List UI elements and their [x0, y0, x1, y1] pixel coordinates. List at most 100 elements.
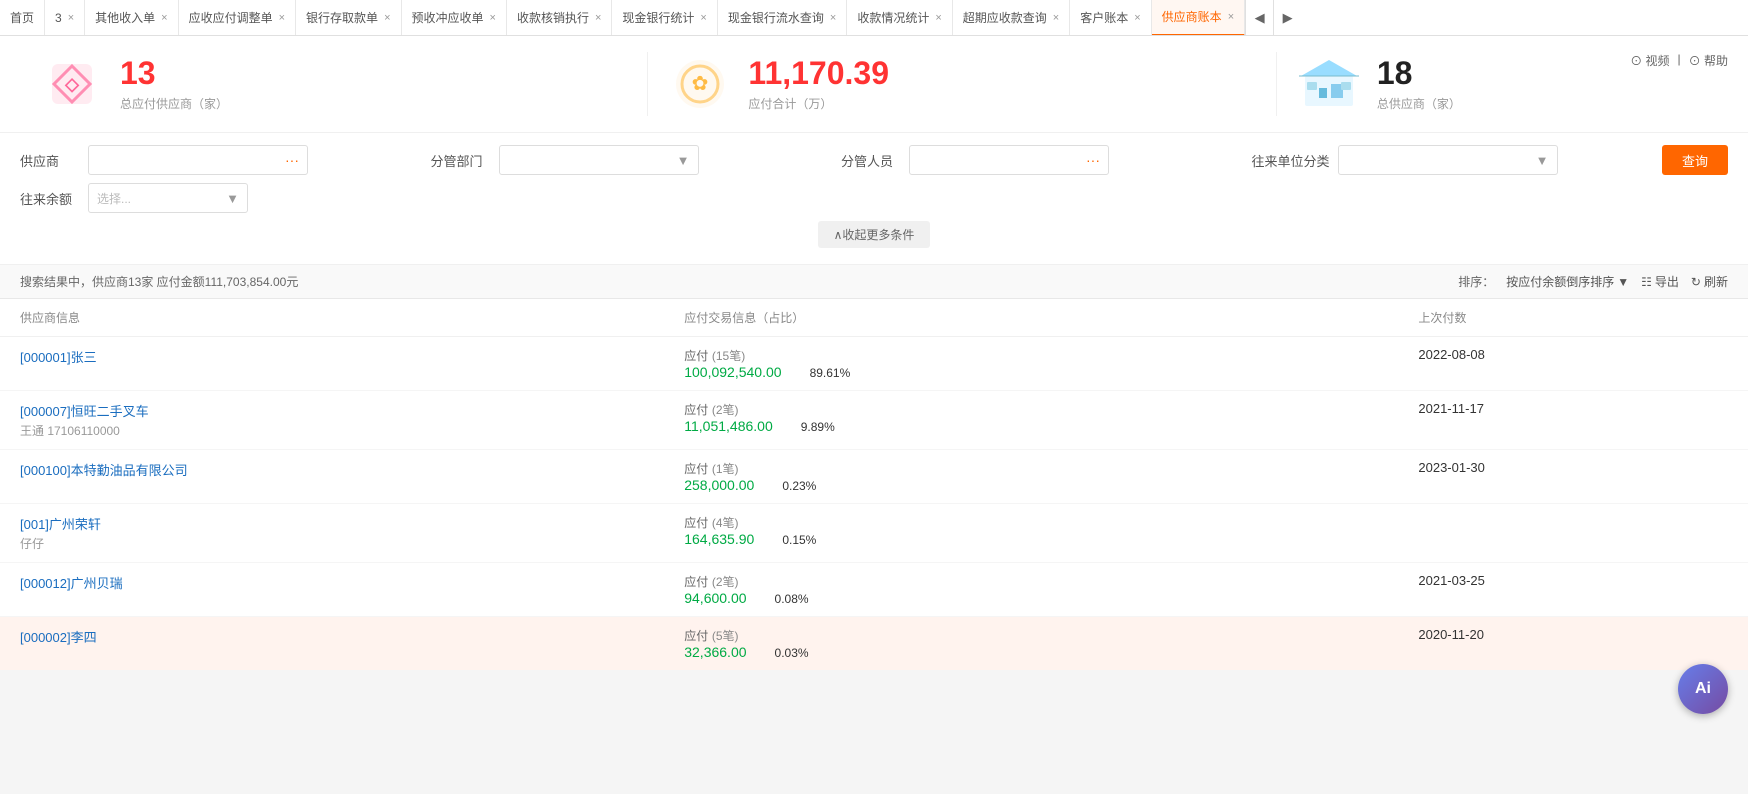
refresh-button[interactable]: ↻ 刷新	[1691, 273, 1728, 290]
card-total-suppliers-payable: ◇ 13 总应付供应商（家）	[20, 52, 648, 116]
tx-count-5: (5笔)	[712, 629, 739, 643]
supplier-link-4[interactable]: [000012]广州贝瑞	[20, 576, 123, 591]
nav-tab-cash-flow[interactable]: 现金银行流水查询 ×	[718, 0, 847, 36]
supplier-link-1[interactable]: [000007]恒旺二手叉车	[20, 404, 149, 419]
nav-tab-cash-flow-label: 现金银行流水查询	[728, 9, 824, 26]
total-suppliers-payable-number: 13	[120, 56, 228, 91]
supplier-link-5[interactable]: [000002]李四	[20, 630, 97, 645]
close-tab-other-income[interactable]: ×	[161, 12, 167, 24]
collapse-button[interactable]: ∧ 收起更多条件	[818, 221, 931, 248]
nav-tab-other-income-label: 其他收入单	[95, 9, 155, 26]
cell-supplier-2: [000100]本特勤油品有限公司	[0, 450, 664, 504]
close-tab-bank[interactable]: ×	[384, 12, 390, 24]
nav-right-arrow[interactable]: ▶	[1273, 0, 1301, 36]
nav-tab-home[interactable]: 首页	[0, 0, 45, 36]
tx-type-1: 应付	[684, 403, 708, 417]
close-tab-customer-book[interactable]: ×	[1134, 12, 1140, 24]
cell-lastdate-4: 2021-03-25	[1398, 563, 1748, 617]
table-row: [000002]李四 应付 (5笔)32,366.000.03%2020-11-2…	[0, 617, 1748, 671]
tx-line-0: 应付 (15笔)	[684, 347, 1378, 364]
nav-tab-receipt[interactable]: 收款核销执行 ×	[507, 0, 612, 36]
video-link[interactable]: ⊙ 视频	[1630, 52, 1669, 69]
tx-type-4: 应付	[684, 575, 708, 589]
close-tab-3[interactable]: ×	[68, 12, 74, 24]
sort-arrow-icon: ▼	[1617, 275, 1629, 289]
close-tab-prepay[interactable]: ×	[490, 12, 496, 24]
supplier-link-0[interactable]: [000001]张三	[20, 350, 97, 365]
cell-supplier-1: [000007]恒旺二手叉车王通 17106110000	[0, 391, 664, 450]
nav-tab-3-label: 3	[55, 11, 62, 25]
ai-button[interactable]: Ai	[1678, 664, 1728, 714]
tx-type-2: 应付	[684, 462, 708, 476]
close-tab-supplier-book[interactable]: ×	[1228, 11, 1234, 23]
cell-supplier-5: [000002]李四	[0, 617, 664, 671]
supplier-filter-label: 供应商	[20, 151, 80, 170]
amount-value-0[interactable]: 100,092,540.00	[684, 364, 781, 380]
table-row: [000012]广州贝瑞应付 (2笔)94,600.000.08%2021-03…	[0, 563, 1748, 617]
nav-tab-adjust-label: 应收应付调整单	[189, 9, 273, 26]
amount-value-4[interactable]: 94,600.00	[684, 590, 746, 606]
nav-tab-receipt-label: 收款核销执行	[517, 9, 589, 26]
close-tab-receipt[interactable]: ×	[595, 12, 601, 24]
payable-total-label: 应付合计（万）	[748, 95, 889, 112]
export-label: 导出	[1655, 273, 1679, 290]
nav-tab-bank[interactable]: 银行存取款单 ×	[296, 0, 401, 36]
cell-lastdate-1: 2021-11-17	[1398, 391, 1748, 450]
category-select-arrow: ▼	[1536, 153, 1549, 168]
card-icon-rice: ✿	[668, 52, 732, 116]
export-button[interactable]: ☷ 导出	[1641, 273, 1679, 290]
nav-tab-prepay[interactable]: 预收冲应收单 ×	[402, 0, 507, 36]
nav-tab-supplier-book[interactable]: 供应商账本 ×	[1152, 0, 1245, 36]
help-link[interactable]: ⊙ 帮助	[1689, 52, 1728, 69]
search-button[interactable]: 查询	[1662, 145, 1728, 175]
summary-bar: ◇ 13 总应付供应商（家） ✿ 11,170.39 应付合计（万）	[0, 36, 1748, 133]
amount-value-5[interactable]: 32,366.00	[684, 644, 746, 660]
supplier-sub-3: 仔仔	[20, 535, 644, 552]
nav-tab-collection-stat[interactable]: 收款情况统计 ×	[847, 0, 952, 36]
cell-lastdate-2: 2023-01-30	[1398, 450, 1748, 504]
supplier-link-3[interactable]: [001]广州荣轩	[20, 517, 101, 532]
cell-lastdate-5: 2020-11-20	[1398, 617, 1748, 671]
person-filter-input[interactable]: ···	[909, 145, 1109, 175]
cell-lastdate-3	[1398, 504, 1748, 563]
tx-line-1: 应付 (2笔)	[684, 401, 1378, 418]
close-tab-cash-stat[interactable]: ×	[700, 12, 706, 24]
refresh-icon: ↻	[1691, 275, 1701, 289]
supplier-filter-input[interactable]: ···	[88, 145, 308, 175]
nav-tab-overdue[interactable]: 超期应收款查询 ×	[953, 0, 1070, 36]
nav-tab-3[interactable]: 3 ×	[45, 0, 85, 36]
card-text-payable-total: 11,170.39 应付合计（万）	[748, 56, 889, 112]
percent-value-0: 89.61%	[810, 366, 851, 380]
close-tab-overdue[interactable]: ×	[1053, 12, 1059, 24]
close-tab-adjust[interactable]: ×	[279, 12, 285, 24]
nav-left-arrow[interactable]: ◀	[1245, 0, 1273, 36]
table-row: [000001]张三应付 (15笔)100,092,540.0089.61%20…	[0, 337, 1748, 391]
svg-text:✿: ✿	[692, 73, 709, 95]
close-tab-cash-flow[interactable]: ×	[830, 12, 836, 24]
filter-item-balance: 往来余额 选择... ▼	[20, 183, 300, 213]
dept-filter-label: 分管部门	[431, 151, 491, 170]
tx-type-3: 应付	[684, 516, 708, 530]
sort-button[interactable]: 按应付余额倒序排序 ▼	[1506, 273, 1629, 290]
cell-payable-1: 应付 (2笔)11,051,486.009.89%	[664, 391, 1398, 450]
result-summary-text: 搜索结果中，供应商13家 应付金额111,703,854.00元	[20, 273, 298, 290]
nav-tab-cash-stat[interactable]: 现金银行统计 ×	[612, 0, 717, 36]
category-filter-select[interactable]: ▼	[1338, 145, 1558, 175]
supplier-link-2[interactable]: [000100]本特勤油品有限公司	[20, 463, 188, 478]
dept-filter-select[interactable]: ▼	[499, 145, 699, 175]
cell-payable-5: 应付 (5笔)32,366.000.03%	[664, 617, 1398, 671]
nav-tab-other-income[interactable]: 其他收入单 ×	[85, 0, 178, 36]
percent-value-4: 0.08%	[775, 592, 809, 606]
close-tab-collection-stat[interactable]: ×	[935, 12, 941, 24]
filter-row-2: 往来余额 选择... ▼	[20, 183, 1728, 213]
nav-tab-collection-stat-label: 收款情况统计	[857, 9, 929, 26]
nav-tab-adjust[interactable]: 应收应付调整单 ×	[179, 0, 296, 36]
amount-value-1[interactable]: 11,051,486.00	[684, 418, 773, 434]
collapse-arrow-icon: ∧	[834, 228, 843, 242]
filter-item-person: 分管人员 ···	[841, 145, 1236, 175]
amount-value-2[interactable]: 258,000.00	[684, 477, 754, 493]
tx-count-0: (15笔)	[712, 349, 745, 363]
balance-filter-select[interactable]: 选择... ▼	[88, 183, 248, 213]
amount-value-3[interactable]: 164,635.90	[684, 531, 754, 547]
nav-tab-customer-book[interactable]: 客户账本 ×	[1070, 0, 1151, 36]
